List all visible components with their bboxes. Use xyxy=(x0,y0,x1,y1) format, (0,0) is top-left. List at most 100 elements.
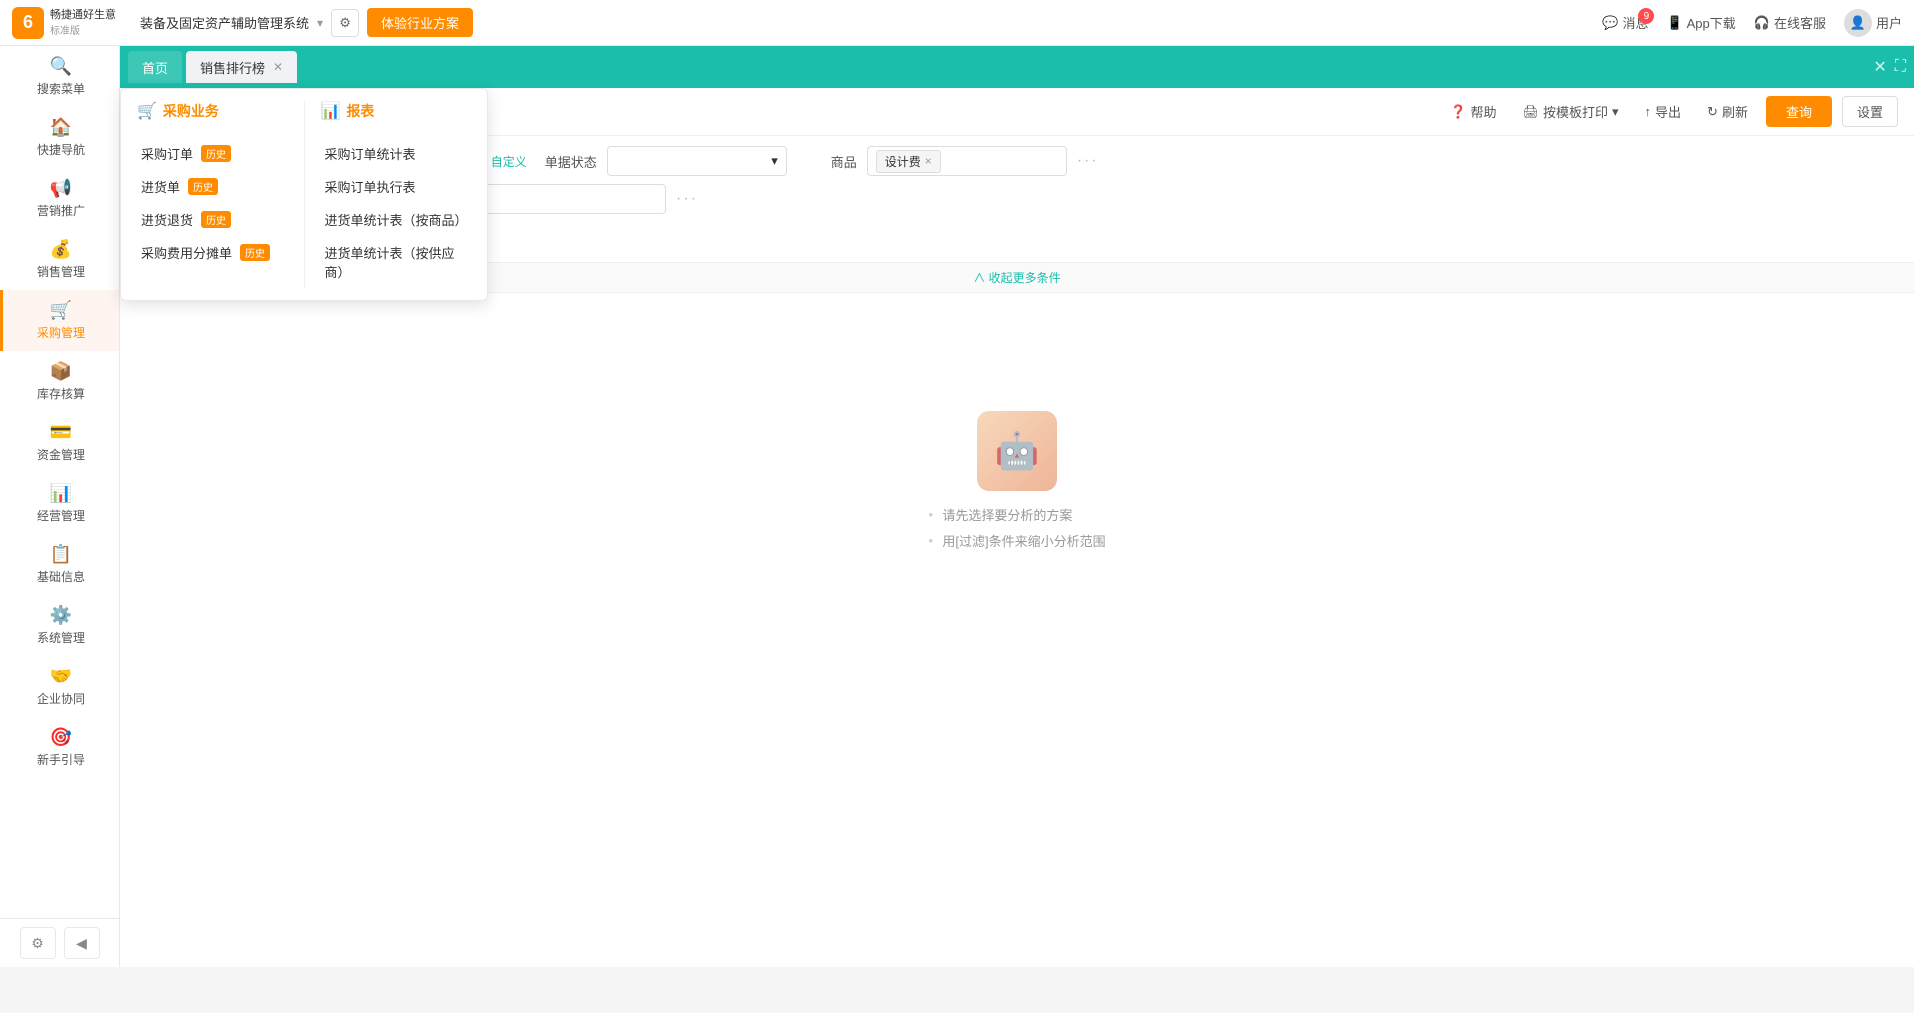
sidebar-item-quick[interactable]: 🏠 快捷导航 xyxy=(0,107,119,168)
menu-item-return[interactable]: 进货退货 历史 xyxy=(137,203,288,236)
goods-input[interactable]: 设计费 × xyxy=(867,146,1067,176)
purchase-order-label: 采购订单 xyxy=(141,144,193,163)
sidebar: 🔍 搜索菜单 🏠 快捷导航 📢 营销推广 💰 销售管理 🛒 采购管理 📦 库存核… xyxy=(0,46,120,967)
sidebar-item-sales[interactable]: 💰 销售管理 xyxy=(0,229,119,290)
sidebar-label-sales: 销售管理 xyxy=(37,263,85,280)
empty-hint-2: 用[过滤]条件来缩小分析范围 xyxy=(928,529,1105,555)
sidebar-item-newbie[interactable]: 🎯 新手引导 xyxy=(0,717,119,778)
empty-hint-1: 请先选择要分析的方案 xyxy=(928,503,1105,529)
refresh-label: 刷新 xyxy=(1722,102,1748,121)
online-service-btn[interactable]: 🎧 在线客服 xyxy=(1754,13,1826,32)
avatar: 👤 xyxy=(1844,9,1872,37)
export-btn[interactable]: ↑ 导出 xyxy=(1637,98,1690,125)
sidebar-item-system[interactable]: ⚙️ 系统管理 xyxy=(0,595,119,656)
system-title: 装备及固定资产辅助管理系统 xyxy=(140,13,309,32)
return-label: 进货退货 xyxy=(141,210,193,229)
inbound-stats-supplier-label: 进货单统计表（按供应商） xyxy=(325,243,468,281)
system-icon: ⚙️ xyxy=(50,605,72,626)
tab-close-all-icon[interactable]: ✕ xyxy=(1873,57,1886,77)
order-stats-label: 采购订单统计表 xyxy=(325,144,416,163)
sidebar-item-enterprise[interactable]: 🤝 企业协同 xyxy=(0,656,119,717)
export-label: 导出 xyxy=(1655,102,1681,121)
settings-icon[interactable]: ⚙ xyxy=(331,9,359,37)
tab-home[interactable]: 首页 xyxy=(128,51,182,83)
sidebar-settings-btn[interactable]: ⚙ xyxy=(20,927,56,959)
menu-item-inbound[interactable]: 进货单 历史 xyxy=(137,170,288,203)
logo-text-block: 畅捷通好生意 标准版 xyxy=(50,8,116,37)
logo-line2: 标准版 xyxy=(50,22,116,37)
headset-icon: 🎧 xyxy=(1754,15,1770,31)
sales-icon: 💰 xyxy=(50,239,72,260)
message-icon: 💬 xyxy=(1602,15,1618,31)
refresh-btn[interactable]: ↻ 刷新 xyxy=(1699,98,1756,125)
app-download-btn[interactable]: 📱 App下载 xyxy=(1666,13,1735,32)
sidebar-label-fund: 资金管理 xyxy=(37,446,85,463)
voucher-status-select[interactable]: ▾ xyxy=(607,146,787,176)
print-arrow-icon: ▾ xyxy=(1612,104,1619,120)
print-btn[interactable]: 🖨 按模板打印 ▾ xyxy=(1514,98,1626,125)
sidebar-item-marketing[interactable]: 📢 营销推广 xyxy=(0,168,119,229)
inbound-label: 进货单 xyxy=(141,177,180,196)
industry-btn[interactable]: 体验行业方案 xyxy=(367,8,473,37)
quick-icon: 🏠 xyxy=(50,117,72,138)
dropdown-arrow-icon[interactable]: ▾ xyxy=(317,16,323,30)
voucher-status-label: 单据状态 xyxy=(537,152,597,171)
base-icon: 📋 xyxy=(50,544,72,565)
service-label: 在线客服 xyxy=(1774,13,1826,32)
sidebar-label-search: 搜索菜单 xyxy=(37,80,85,97)
sidebar-item-purchase[interactable]: 🛒 采购管理 xyxy=(0,290,119,351)
empty-state: 🤖 请先选择要分析的方案 用[过滤]条件来缩小分析范围 xyxy=(120,293,1914,673)
logo-line1: 畅捷通好生意 xyxy=(50,8,116,22)
date-custom[interactable]: 自定义 xyxy=(491,153,527,170)
menu-item-order-exec[interactable]: 采购订单执行表 xyxy=(321,170,472,203)
query-btn[interactable]: 查询 xyxy=(1766,96,1832,127)
sidebar-label-operation: 经营管理 xyxy=(37,507,85,524)
menu-item-fee[interactable]: 采购费用分摊单 历史 xyxy=(137,236,288,269)
inbound-stats-goods-label: 进货单统计表（按商品） xyxy=(325,210,468,229)
goods-tag: 设计费 × xyxy=(876,150,941,173)
search-icon: 🔍 xyxy=(50,56,72,77)
sales-rank-tab-label: 销售排行榜 xyxy=(200,58,265,77)
sidebar-item-operation[interactable]: 📊 经营管理 xyxy=(0,473,119,534)
sidebar-label-enterprise: 企业协同 xyxy=(37,690,85,707)
sidebar-item-search[interactable]: 🔍 搜索菜单 xyxy=(0,46,119,107)
marketing-icon: 📢 xyxy=(50,178,72,199)
business-col-icon: 🛒 xyxy=(137,101,157,121)
purchase-icon: 🛒 xyxy=(50,300,72,321)
sidebar-item-inventory[interactable]: 📦 库存核算 xyxy=(0,351,119,412)
tab-close-icon[interactable]: ✕ xyxy=(273,60,283,74)
logo-icon: 6 xyxy=(12,7,44,39)
set-btn[interactable]: 设置 xyxy=(1842,96,1898,127)
menu-item-purchase-order[interactable]: 采购订单 历史 xyxy=(137,137,288,170)
help-btn[interactable]: ❓ 帮助 xyxy=(1442,98,1504,125)
help-label: 帮助 xyxy=(1470,102,1496,121)
help-icon: ❓ xyxy=(1450,104,1466,120)
topbar-right: 💬 消息 9 📱 App下载 🎧 在线客服 👤 用户 xyxy=(1602,9,1902,37)
goods-more-btn[interactable]: ··· xyxy=(1077,152,1099,170)
tab-expand-icon[interactable]: ⛶ xyxy=(1895,58,1906,76)
staff-input[interactable] xyxy=(466,184,666,214)
user-btn[interactable]: 👤 用户 xyxy=(1844,9,1902,37)
sidebar-label-base: 基础信息 xyxy=(37,568,85,585)
sidebar-item-base[interactable]: 📋 基础信息 xyxy=(0,534,119,595)
sidebar-label-system: 系统管理 xyxy=(37,629,85,646)
menu-item-inbound-stats-goods[interactable]: 进货单统计表（按商品） xyxy=(321,203,472,236)
message-btn[interactable]: 💬 消息 9 xyxy=(1602,13,1648,32)
collapse-label: 收起更多条件 xyxy=(989,271,1061,285)
staff-more-btn[interactable]: ··· xyxy=(676,190,698,208)
tab-sales-rank[interactable]: 销售排行榜 ✕ xyxy=(186,51,297,83)
print-icon: 🖨 xyxy=(1522,104,1539,120)
inventory-icon: 📦 xyxy=(50,361,72,382)
sidebar-label-inventory: 库存核算 xyxy=(37,385,85,402)
goods-tag-remove[interactable]: × xyxy=(925,154,932,168)
sidebar-item-fund[interactable]: 💳 资金管理 xyxy=(0,412,119,473)
business-col-label: 采购业务 xyxy=(163,101,219,121)
chevron-up-icon: ∧ xyxy=(973,271,985,285)
menu-item-order-stats[interactable]: 采购订单统计表 xyxy=(321,137,472,170)
topbar: 6 畅捷通好生意 标准版 装备及固定资产辅助管理系统 ▾ ⚙ 体验行业方案 💬 … xyxy=(0,0,1914,46)
fund-icon: 💳 xyxy=(50,422,72,443)
phone-icon: 📱 xyxy=(1666,15,1682,31)
sidebar-collapse-btn[interactable]: ◀ xyxy=(64,927,100,959)
menu-item-inbound-stats-supplier[interactable]: 进货单统计表（按供应商） xyxy=(321,236,472,288)
purchase-dropdown-menu: 🛒 采购业务 采购订单 历史 进货单 历史 进货退货 历史 采购费用分摊单 历史 xyxy=(120,88,488,301)
